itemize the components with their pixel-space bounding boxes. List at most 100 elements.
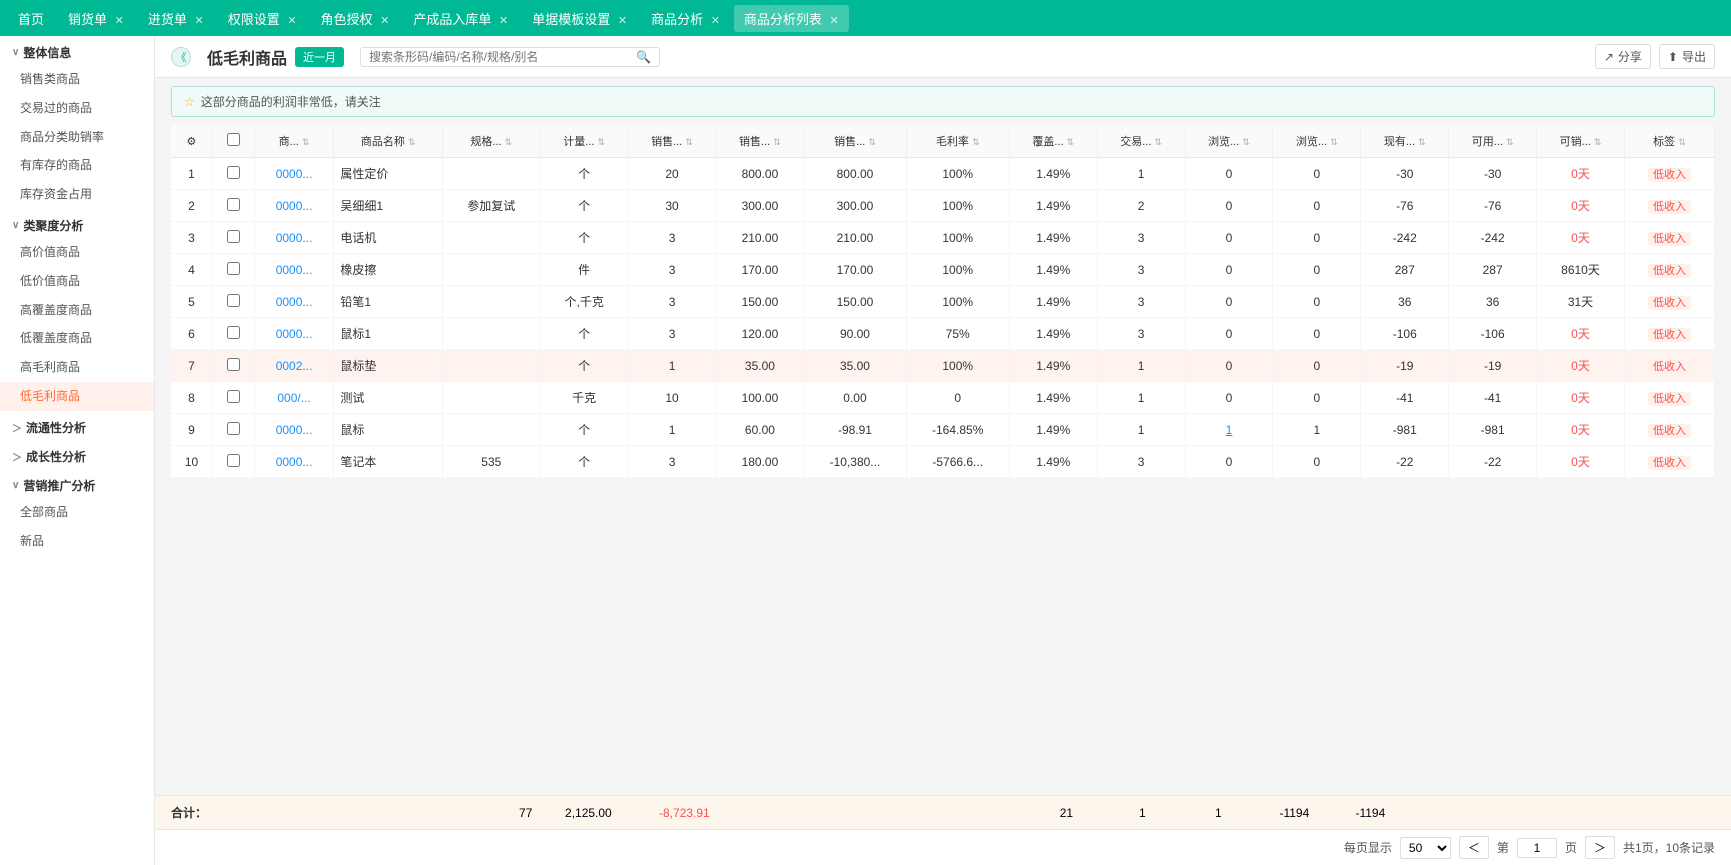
close-permissions[interactable]: ✕ [287, 15, 296, 27]
table-wrapper[interactable]: ⚙ 商... ⇅ 商品名称 ⇅ 规格... ⇅ 计量... ⇅ 销售... ⇅ … [155, 125, 1731, 795]
col-tag[interactable]: 标签 ⇅ [1624, 125, 1714, 158]
col-browse2[interactable]: 浏览... ⇅ [1273, 125, 1361, 158]
sidebar-group-marketing[interactable]: ∨ 营销推广分析 [0, 469, 154, 498]
row-checkbox-input[interactable] [227, 262, 240, 275]
row-browse1[interactable]: 0 [1185, 222, 1273, 254]
nav-goods-analysis-list[interactable]: 商品分析列表 ✕ [734, 5, 849, 32]
table-row: 2 0000... 吴细细1 参加复试 个 30 300.00 300.00 1… [171, 190, 1715, 222]
col-coverage[interactable]: 覆盖... ⇅ [1009, 125, 1097, 158]
row-browse1[interactable]: 0 [1185, 158, 1273, 190]
col-settings[interactable]: ⚙ [171, 125, 212, 158]
nav-home[interactable]: 首页 [8, 5, 54, 32]
sidebar-item-low-value[interactable]: 低价值商品 [0, 267, 154, 296]
sidebar-item-high-margin[interactable]: 高毛利商品 [0, 353, 154, 382]
nav-product-entry[interactable]: 产成品入库单 ✕ [403, 5, 518, 32]
sidebar-collapse-button[interactable]: 《 [171, 47, 191, 67]
col-saleable[interactable]: 可销... ⇅ [1537, 125, 1625, 158]
sidebar-group-cluster[interactable]: ∨ 类聚度分析 [0, 209, 154, 238]
row-checkbox-input[interactable] [227, 294, 240, 307]
sidebar-item-all-goods[interactable]: 全部商品 [0, 498, 154, 527]
close-sales[interactable]: ✕ [115, 15, 124, 27]
row-name: 鼠标 [334, 414, 442, 446]
row-checkbox[interactable] [212, 382, 254, 414]
row-browse1[interactable]: 0 [1185, 254, 1273, 286]
col-transaction[interactable]: 交易... ⇅ [1097, 125, 1185, 158]
next-page-button[interactable]: ＞ [1585, 836, 1615, 859]
row-checkbox[interactable] [212, 222, 254, 254]
close-goods-analysis-list[interactable]: ✕ [830, 15, 839, 27]
nav-roles[interactable]: 角色授权 ✕ [311, 5, 400, 32]
col-sales-amount[interactable]: 销售... ⇅ [804, 125, 906, 158]
col-name[interactable]: 商品名称 ⇅ [334, 125, 442, 158]
sidebar-item-high-coverage[interactable]: 高覆盖度商品 [0, 296, 154, 325]
share-button[interactable]: ↗ 分享 [1595, 44, 1651, 69]
row-checkbox-input[interactable] [227, 454, 240, 467]
sidebar-item-category-rate[interactable]: 商品分类助销率 [0, 123, 154, 152]
col-spec[interactable]: 规格... ⇅ [442, 125, 540, 158]
sidebar-group-circulation[interactable]: ＞ 流通性分析 [0, 411, 154, 440]
sidebar-item-low-margin[interactable]: 低毛利商品 [0, 382, 154, 411]
row-checkbox-input[interactable] [227, 166, 240, 179]
search-box[interactable]: 🔍 [360, 47, 660, 67]
nav-purchase[interactable]: 进货单 ✕ [138, 5, 214, 32]
row-checkbox-input[interactable] [227, 230, 240, 243]
row-checkbox[interactable] [212, 318, 254, 350]
col-available[interactable]: 可用... ⇅ [1449, 125, 1537, 158]
row-checkbox[interactable] [212, 286, 254, 318]
col-sales-price[interactable]: 销售... ⇅ [716, 125, 804, 158]
select-all-checkbox[interactable] [227, 133, 240, 146]
footer-sales-count: 77 [519, 806, 532, 820]
sidebar-item-low-coverage[interactable]: 低覆盖度商品 [0, 324, 154, 353]
date-badge[interactable]: 近一月 [295, 47, 344, 67]
row-checkbox-input[interactable] [227, 198, 240, 211]
export-button[interactable]: ⬆ 导出 [1659, 44, 1715, 69]
row-browse1[interactable]: 1 [1185, 414, 1273, 446]
sidebar-item-traded-goods[interactable]: 交易过的商品 [0, 94, 154, 123]
sidebar-item-capital[interactable]: 库存资金占用 [0, 180, 154, 209]
row-checkbox-input[interactable] [227, 390, 240, 403]
sidebar-item-sales-goods[interactable]: 销售类商品 [0, 65, 154, 94]
nav-sales[interactable]: 销货单 ✕ [58, 5, 134, 32]
row-checkbox[interactable] [212, 446, 254, 478]
sidebar-item-new-goods[interactable]: 新品 [0, 527, 154, 556]
col-current[interactable]: 现有... ⇅ [1361, 125, 1449, 158]
col-code[interactable]: 商... ⇅ [254, 125, 334, 158]
col-browse1[interactable]: 浏览... ⇅ [1185, 125, 1273, 158]
sidebar-item-high-value[interactable]: 高价值商品 [0, 238, 154, 267]
sidebar-group-growth[interactable]: ＞ 成长性分析 [0, 440, 154, 469]
row-browse1[interactable]: 0 [1185, 382, 1273, 414]
sidebar-item-stock-goods[interactable]: 有库存的商品 [0, 151, 154, 180]
nav-template[interactable]: 单据模板设置 ✕ [522, 5, 637, 32]
close-product-entry[interactable]: ✕ [499, 15, 508, 27]
search-input[interactable] [369, 50, 632, 64]
col-checkbox[interactable] [212, 125, 254, 158]
search-icon[interactable]: 🔍 [636, 50, 651, 64]
row-browse1[interactable]: 0 [1185, 318, 1273, 350]
row-checkbox[interactable] [212, 254, 254, 286]
nav-permissions[interactable]: 权限设置 ✕ [218, 5, 307, 32]
row-checkbox[interactable] [212, 158, 254, 190]
row-checkbox[interactable] [212, 414, 254, 446]
close-template[interactable]: ✕ [618, 15, 627, 27]
page-number-input[interactable] [1517, 838, 1557, 858]
prev-page-button[interactable]: ＜ [1459, 836, 1489, 859]
col-unit[interactable]: 计量... ⇅ [540, 125, 628, 158]
nav-goods-analysis[interactable]: 商品分析 ✕ [641, 5, 730, 32]
chevron-down-icon: ∨ [12, 47, 19, 58]
close-purchase[interactable]: ✕ [194, 15, 203, 27]
row-browse1[interactable]: 0 [1185, 286, 1273, 318]
row-browse1[interactable]: 0 [1185, 446, 1273, 478]
row-browse1[interactable]: 0 [1185, 190, 1273, 222]
row-checkbox-input[interactable] [227, 358, 240, 371]
page-size-select[interactable]: 50 100 [1400, 837, 1451, 859]
row-checkbox[interactable] [212, 350, 254, 382]
row-checkbox-input[interactable] [227, 422, 240, 435]
row-checkbox-input[interactable] [227, 326, 240, 339]
row-browse1[interactable]: 0 [1185, 350, 1273, 382]
col-gross-margin[interactable]: 毛利率 ⇅ [906, 125, 1009, 158]
row-checkbox[interactable] [212, 190, 254, 222]
close-goods-analysis[interactable]: ✕ [711, 15, 720, 27]
close-roles[interactable]: ✕ [380, 15, 389, 27]
col-sales-count[interactable]: 销售... ⇅ [628, 125, 716, 158]
sidebar-group-overall[interactable]: ∨ 整体信息 [0, 36, 154, 65]
